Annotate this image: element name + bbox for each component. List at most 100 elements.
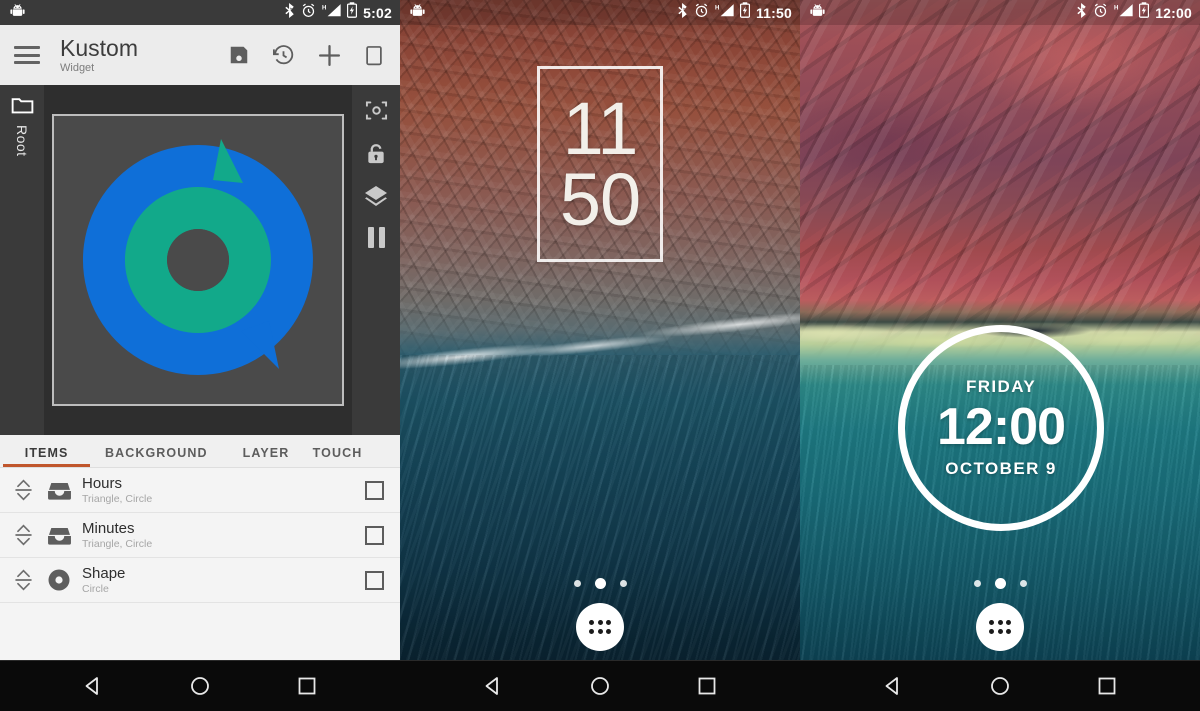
preview-tools [352, 85, 400, 435]
root-tab-label: Root [14, 125, 30, 157]
preview-stage: Root [0, 85, 400, 435]
list-item-checkbox[interactable] [365, 525, 384, 545]
editor-tabs: ITEMS BACKGROUND LAYER TOUCH [0, 435, 400, 468]
homescreen-clock-screen: H 11:50 11 50 [400, 0, 800, 711]
list-item-subtitle: Triangle, Circle [82, 538, 153, 551]
clock-time: 12:00 [937, 398, 1066, 457]
root-tab[interactable]: Root [0, 85, 44, 435]
history-icon[interactable] [272, 44, 295, 67]
page-indicator [800, 578, 1200, 589]
home-circle-icon[interactable] [588, 674, 612, 698]
android-robot-icon [810, 3, 825, 22]
list-item-title: Shape [82, 564, 126, 582]
page-subtitle: Widget [60, 62, 95, 75]
bluetooth-icon [1077, 2, 1087, 23]
unlock-icon[interactable] [366, 142, 386, 165]
clock-weekday: FRIDAY [965, 377, 1037, 397]
pause-icon[interactable] [367, 227, 386, 248]
page-dot-active[interactable] [994, 578, 1006, 589]
android-robot-icon [410, 3, 425, 22]
back-triangle-icon[interactable] [81, 674, 105, 698]
app-bar-actions [228, 43, 388, 68]
recents-square-icon[interactable] [695, 674, 719, 698]
list-item-subtitle: Circle [82, 583, 109, 596]
app-drawer-grid [589, 620, 611, 634]
tab-background[interactable]: BACKGROUND [93, 446, 219, 467]
svg-text:H: H [322, 5, 326, 11]
app-drawer-icon[interactable] [576, 603, 624, 651]
page-dot-active[interactable] [594, 578, 606, 589]
drag-handle-icon[interactable] [8, 522, 38, 548]
android-nav-bar [400, 660, 800, 711]
app-bar: Kustom Widget [0, 25, 400, 85]
back-triangle-icon[interactable] [881, 674, 905, 698]
page-title: Kustom [60, 34, 138, 61]
status-bar-clock: 11:50 [755, 4, 792, 21]
clock-date: OCTOBER 9 [945, 458, 1057, 478]
clock-widget[interactable]: 11 50 [537, 66, 663, 262]
page-indicator [400, 578, 800, 589]
back-triangle-icon[interactable] [481, 674, 505, 698]
home-circle-icon[interactable] [188, 674, 212, 698]
status-bar: H 12:00 [800, 0, 1200, 25]
bluetooth-icon [285, 2, 295, 23]
page-dot[interactable] [619, 580, 627, 587]
tray-icon [38, 480, 80, 501]
list-item-checkbox[interactable] [365, 570, 384, 590]
drag-handle-icon[interactable] [8, 477, 38, 503]
tab-items[interactable]: ITEMS [0, 446, 93, 467]
list-item-title: Minutes [82, 519, 135, 537]
screenshot-gallery: H 5:02 Kustom Widget Root ITEMS BACKGROU… [0, 0, 1200, 711]
save-icon[interactable] [228, 44, 250, 66]
homescreen-date-screen: H 12:00 FRIDAY 12:00 OCTOBER 9 [800, 0, 1200, 711]
list-item[interactable]: Minutes Triangle, Circle [0, 513, 400, 558]
add-icon[interactable] [317, 43, 342, 68]
list-item[interactable]: Hours Triangle, Circle [0, 468, 400, 513]
page-dot[interactable] [1019, 580, 1027, 587]
list-item-title: Hours [82, 474, 123, 492]
svg-text:H: H [715, 5, 719, 11]
widget-preview-frame[interactable] [52, 114, 344, 406]
widget-preview-graphic [73, 135, 323, 385]
drag-handle-icon[interactable] [8, 567, 38, 593]
app-drawer-icon[interactable] [976, 603, 1024, 651]
alarm-icon [1093, 3, 1108, 23]
android-robot-icon [10, 3, 25, 22]
recents-square-icon[interactable] [295, 674, 319, 698]
clock-hours: 11 [562, 86, 639, 170]
status-bar-clock: 5:02 [363, 4, 392, 21]
focus-frame-icon[interactable] [365, 99, 388, 122]
widget-canvas[interactable] [44, 85, 352, 435]
page-dot[interactable] [573, 580, 581, 587]
list-item-checkbox[interactable] [365, 480, 384, 500]
layers-icon[interactable] [364, 185, 388, 207]
clipboard-icon[interactable] [364, 44, 384, 66]
page-dot[interactable] [973, 580, 981, 587]
battery-charging-icon [1139, 2, 1150, 23]
status-bar-right: H 11:50 [678, 2, 792, 23]
status-bar-left [810, 3, 1077, 22]
hamburger-menu-icon[interactable] [14, 46, 40, 64]
app-title-block: Kustom Widget [60, 36, 228, 74]
home-circle-icon[interactable] [988, 674, 1012, 698]
list-item[interactable]: Shape Circle [0, 558, 400, 603]
list-item-text: Hours Triangle, Circle [80, 475, 365, 505]
status-bar-right: H 5:02 [285, 2, 392, 23]
tab-layer[interactable]: LAYER [219, 446, 312, 467]
item-list: Hours Triangle, Circle Minutes Triangle,… [0, 468, 400, 674]
folder-icon [11, 95, 34, 119]
status-bar: H 11:50 [400, 0, 800, 25]
tray-icon [38, 525, 80, 546]
list-item-subtitle: Triangle, Circle [82, 493, 153, 506]
kustom-editor-screen: H 5:02 Kustom Widget Root ITEMS BACKGROU… [0, 0, 400, 711]
homescreen-content: 11 50 100% left ~ 1 hour [400, 0, 800, 711]
clock-minutes: 50 [559, 158, 641, 241]
donut-icon [38, 568, 80, 592]
battery-charging-icon [739, 2, 751, 23]
signal-h-icon: H [1114, 3, 1133, 23]
recents-square-icon[interactable] [1095, 674, 1119, 698]
date-clock-widget[interactable]: FRIDAY 12:00 OCTOBER 9 [898, 325, 1104, 531]
status-bar-left [10, 3, 285, 22]
tab-touch[interactable]: TOUCH [313, 446, 400, 467]
battery-charging-icon [347, 2, 358, 23]
